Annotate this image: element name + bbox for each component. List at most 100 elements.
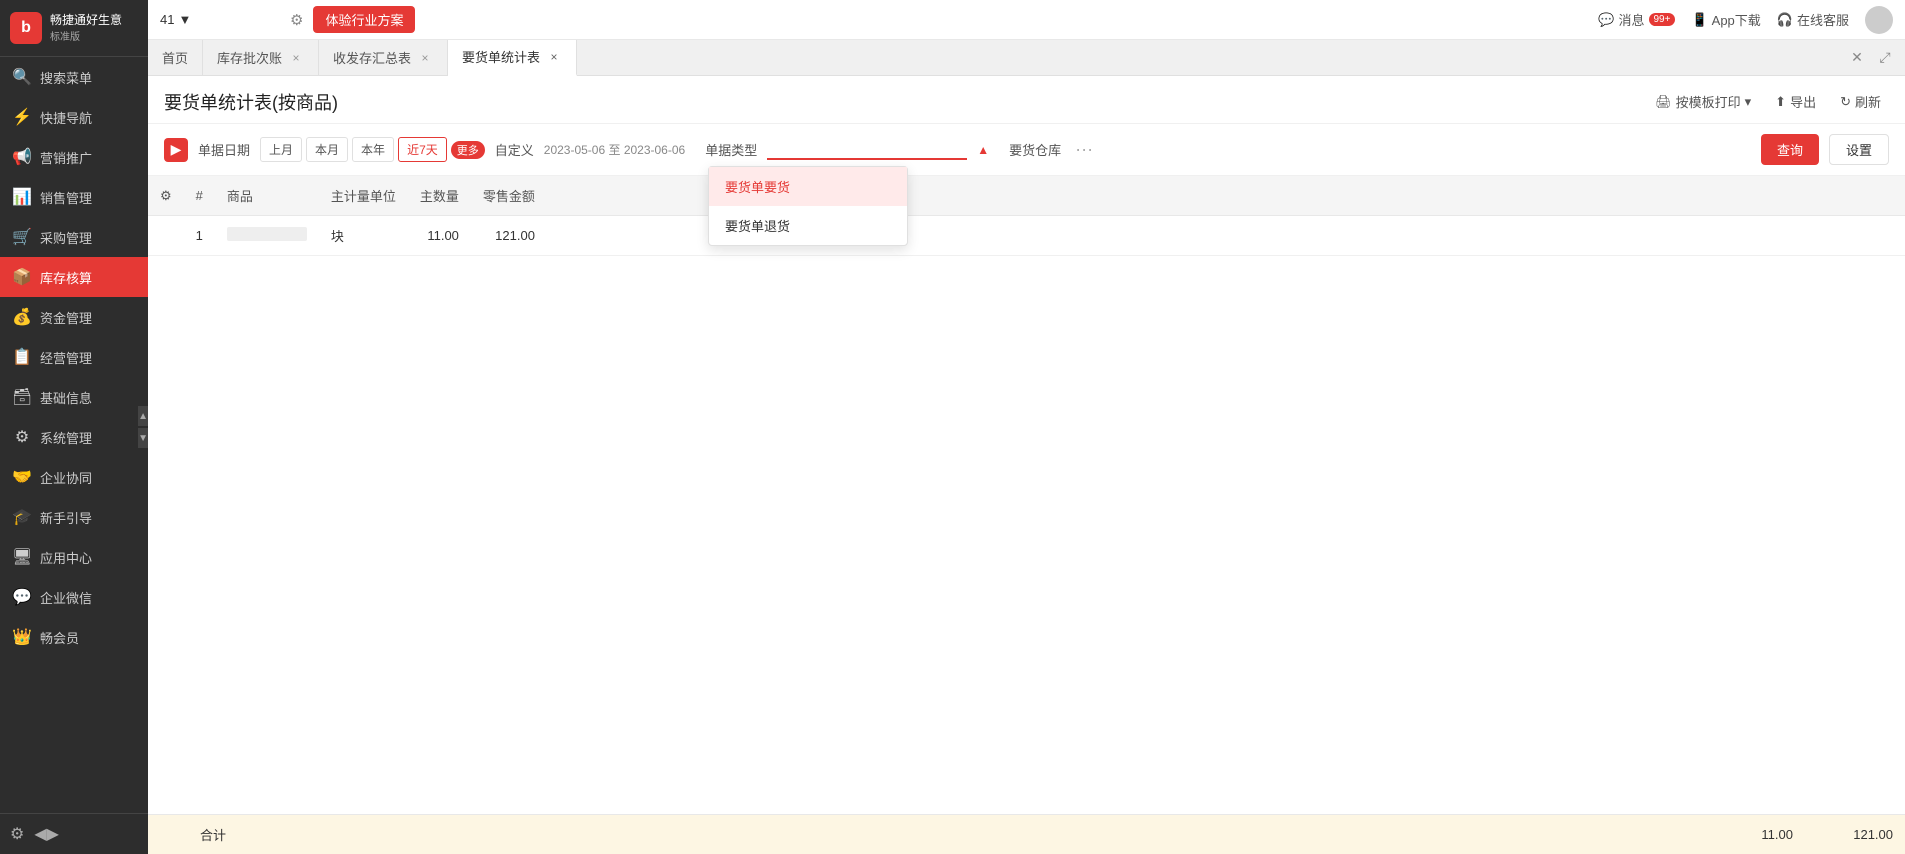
sidebar-item-members[interactable]: 👑 畅会员 xyxy=(0,617,148,657)
type-dropdown: 要货单要货要货单退货 xyxy=(708,166,908,246)
sidebar-label-enterprise: 企业协同 xyxy=(40,468,92,487)
filter-settings-btn[interactable]: 设置 xyxy=(1829,134,1889,165)
sidebar-item-app-center[interactable]: 🖥 应用中心 xyxy=(0,537,148,577)
sidebar-item-enterprise-wx[interactable]: 💬企业微信 xyxy=(0,577,148,617)
tab-home[interactable]: 首页 xyxy=(148,40,203,76)
tab-receivable-summary[interactable]: 收发存汇总表× xyxy=(319,40,448,76)
table-col-quantity: 主数量 xyxy=(408,176,471,216)
sidebar-item-purchase[interactable]: 🛒采购管理 xyxy=(0,217,148,257)
avatar[interactable] xyxy=(1865,6,1893,34)
type-filter-input[interactable] xyxy=(767,139,967,160)
tab-inventory-batch[interactable]: 库存批次账 × xyxy=(203,40,319,76)
sidebar-item-finance[interactable]: 💰资金管理 xyxy=(0,297,148,337)
sidebar-label-sales: 销售管理 xyxy=(40,188,92,207)
sidebar-label-purchase: 采购管理 xyxy=(40,228,92,247)
tab-label-order-statistics: 要货单统计表 xyxy=(462,47,540,66)
td-num-0: 1 xyxy=(184,216,215,256)
expand-tab-btn[interactable]: ⤢ xyxy=(1873,46,1897,70)
sidebar-label-quick-nav: 快捷导航 xyxy=(40,108,92,127)
table-col-goods: 商品 xyxy=(215,176,319,216)
tab-close-order-statistics[interactable]: × xyxy=(546,49,562,65)
sidebar-icon-enterprise-wx: 💬 xyxy=(12,587,32,607)
collapse-icon[interactable]: ◀▶ xyxy=(34,824,59,844)
td-amount-0: 121.00 xyxy=(471,216,547,256)
table-col-unit: 主计量单位 xyxy=(319,176,408,216)
type-dropdown-arrow[interactable]: ▲ xyxy=(977,143,989,157)
message-icon: 💬 xyxy=(1598,12,1614,28)
tab-close-receivable-summary[interactable]: × xyxy=(417,50,433,66)
tab-close-inventory-batch[interactable]: × xyxy=(288,50,304,66)
scroll-up-btn[interactable]: ▲ xyxy=(138,406,148,426)
date-btn-ben[interactable]: 本月 xyxy=(306,137,348,162)
date-btn-nian[interactable]: 本年 xyxy=(352,137,394,162)
topbar-gear-icon[interactable]: ⚙ xyxy=(290,11,303,29)
sidebar-item-inventory[interactable]: 📦 库存核算 xyxy=(0,257,148,297)
sidebar-icon-finance: 💰 xyxy=(12,307,32,327)
filter-expand-btn[interactable]: ▶ xyxy=(164,138,188,162)
date-btn-more[interactable]: 更多 xyxy=(451,141,485,159)
export-btn[interactable]: ⬆ 导出 xyxy=(1767,88,1824,115)
date-btn-shang[interactable]: 上月 xyxy=(260,137,302,162)
sidebar-icon-sales: 📊 xyxy=(12,187,32,207)
table-col-gear[interactable]: ⚙ xyxy=(148,176,184,216)
trial-btn[interactable]: 体验行业方案 xyxy=(313,6,415,33)
sidebar-icon-members: 👑 xyxy=(12,627,32,647)
sidebar-label-guide: 新手引导 xyxy=(40,508,92,527)
date-btn-7days[interactable]: 近7天 xyxy=(398,137,447,162)
scroll-down-btn[interactable]: ▼ xyxy=(138,428,148,448)
sidebar-item-operation[interactable]: 📋经营管理 xyxy=(0,337,148,377)
sidebar-label-inventory: 库存核算 xyxy=(40,268,92,287)
messages-btn[interactable]: 💬 消息 99+ xyxy=(1598,10,1675,29)
store-selector[interactable]: 41 ▼ xyxy=(160,12,280,27)
main-content: 41 ▼ ⚙ 体验行业方案 💬 消息 99+ 📱 App下载 🎧 在线客服 首页… xyxy=(148,0,1905,854)
sidebar-label-app-center: 应用中心 xyxy=(40,548,92,567)
warehouse-filter-label: 要货仓库 xyxy=(1009,140,1061,159)
sidebar-item-system[interactable]: ⚙系统管理 xyxy=(0,417,148,457)
store-badge: ▼ xyxy=(178,12,191,27)
sidebar-label-members: 畅会员 xyxy=(40,628,79,647)
print-template-btn[interactable]: 🖨 按模板打印 ▾ xyxy=(1647,88,1759,115)
tab-label-inventory-batch: 库存批次账 xyxy=(217,48,282,67)
sidebar-label-search: 搜索菜单 xyxy=(40,68,92,87)
sidebar-item-marketing[interactable]: 📢营销推广 xyxy=(0,137,148,177)
brand-name: 畅捷通好生意 xyxy=(50,13,122,29)
sidebar-icon-enterprise: 🤝 xyxy=(12,467,32,487)
sidebar-item-base-info[interactable]: 🗃基础信息 xyxy=(0,377,148,417)
online-service-btn[interactable]: 🎧 在线客服 xyxy=(1777,10,1849,29)
store-name: 41 xyxy=(160,12,174,27)
dropdown-item-order-return[interactable]: 要货单退货 xyxy=(709,206,907,245)
app-download-btn[interactable]: 📱 App下载 xyxy=(1691,10,1760,29)
settings-icon[interactable]: ⚙ xyxy=(10,824,24,844)
sidebar-item-enterprise[interactable]: 🤝 企业协同 xyxy=(0,457,148,497)
td-goods-0 xyxy=(215,216,319,256)
download-icon: 📱 xyxy=(1691,12,1707,28)
type-filter-label: 单据类型 xyxy=(705,140,757,159)
topbar-right: 💬 消息 99+ 📱 App下载 🎧 在线客服 xyxy=(1598,6,1893,34)
chevron-down-icon: ▾ xyxy=(1745,94,1752,110)
refresh-btn[interactable]: ↻ 刷新 xyxy=(1832,88,1889,115)
sidebar-item-search[interactable]: 🔍搜索菜单 xyxy=(0,57,148,97)
sidebar-label-marketing: 营销推广 xyxy=(40,148,92,167)
table-row: 1 块 11.00 121.00 xyxy=(148,216,1905,256)
sidebar-icon-inventory: 📦 xyxy=(12,267,32,287)
custom-date-btn[interactable]: 自定义 xyxy=(495,140,534,159)
sidebar-item-sales[interactable]: 📊 销售管理 xyxy=(0,177,148,217)
page-container: 要货单统计表(按商品) 🖨 按模板打印 ▾ ⬆ 导出 ↻ 刷新 ▶ xyxy=(148,76,1905,854)
search-btn[interactable]: 查询 xyxy=(1761,134,1819,165)
warehouse-dots-btn[interactable]: ··· xyxy=(1075,139,1093,160)
td-gear-0 xyxy=(148,216,184,256)
dropdown-item-order-goods[interactable]: 要货单要货 xyxy=(709,167,907,206)
td-quantity-0: 11.00 xyxy=(408,216,471,256)
date-range-display: 2023-05-06 至 2023-06-06 xyxy=(544,141,685,158)
sidebar-label-system: 系统管理 xyxy=(40,428,92,447)
table-container: ⚙ # 商品 主计量单位 主数量 零售金额 1 块 11.00 121.00 xyxy=(148,176,1905,814)
sidebar-item-quick-nav[interactable]: ⚡ 快捷导航 xyxy=(0,97,148,137)
sidebar-icon-app-center: 🖥 xyxy=(12,547,32,567)
print-icon: 🖨 xyxy=(1655,94,1672,110)
sidebar-item-guide[interactable]: 🎓新手引导 xyxy=(0,497,148,537)
sidebar-icon-quick-nav: ⚡ xyxy=(12,107,32,127)
tabs-actions: ✕ ⤢ xyxy=(1837,40,1905,76)
close-tab-btn[interactable]: ✕ xyxy=(1845,46,1869,70)
tab-order-statistics[interactable]: 要货单统计表 × xyxy=(448,40,577,76)
page-title: 要货单统计表(按商品) xyxy=(164,89,338,115)
